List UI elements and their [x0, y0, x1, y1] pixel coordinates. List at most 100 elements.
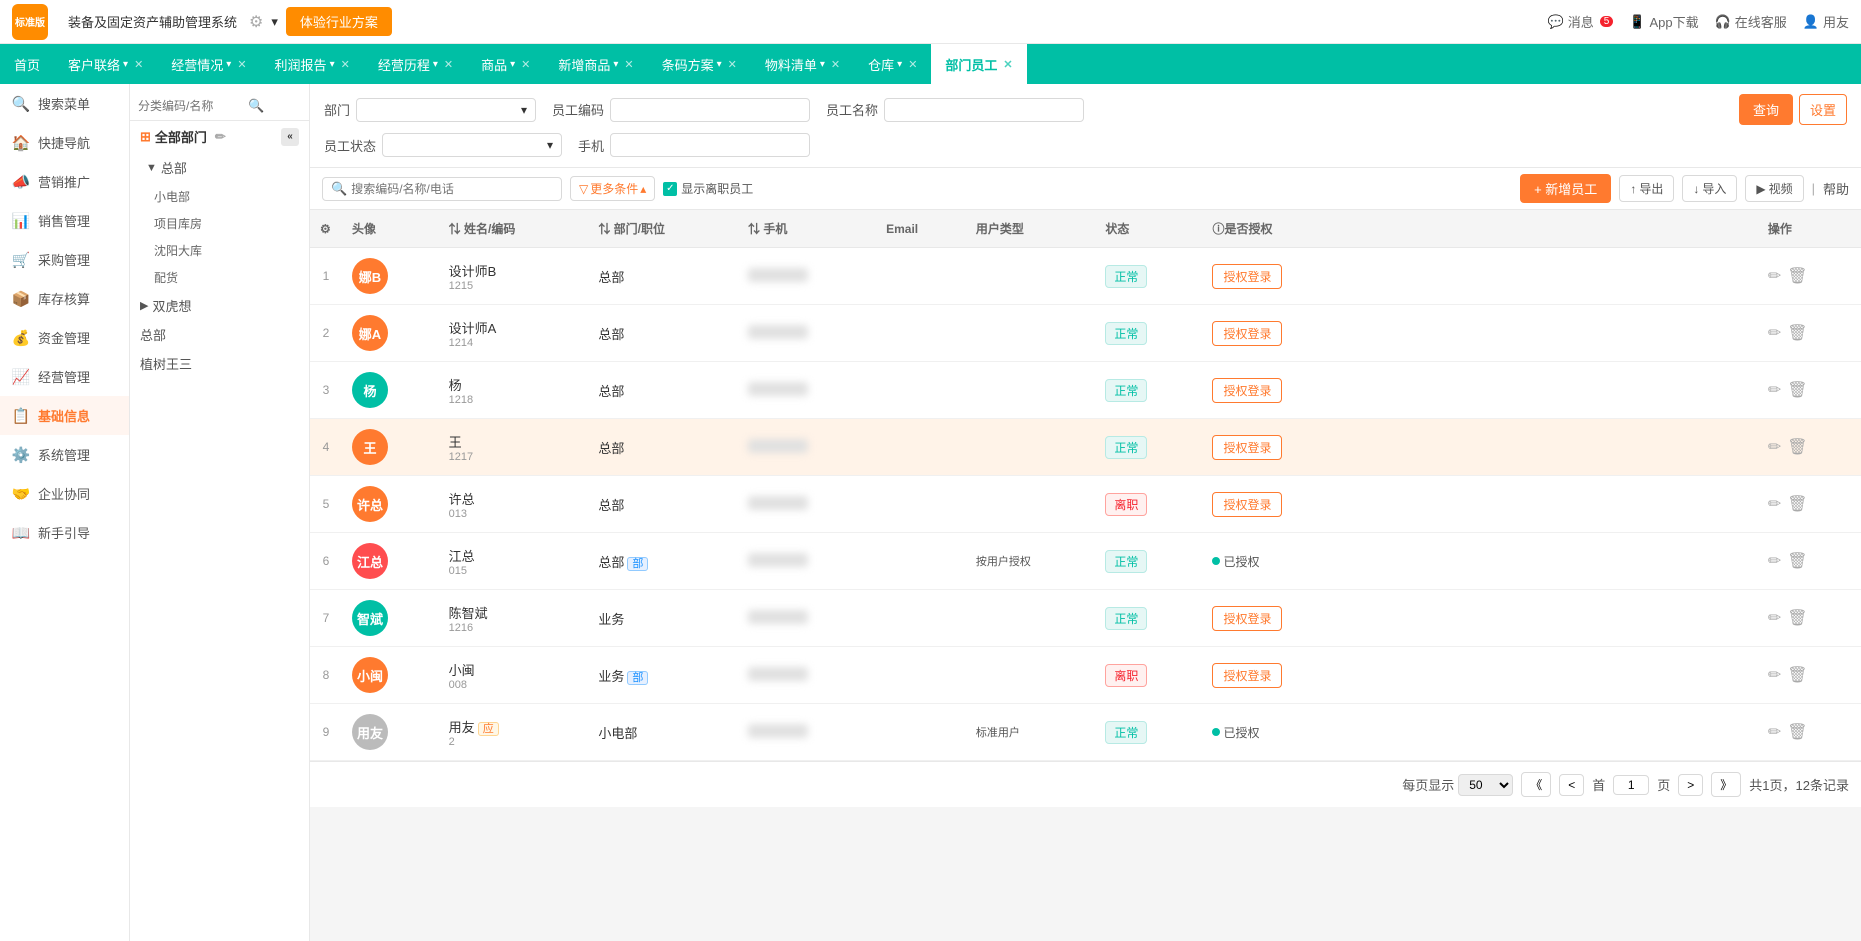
nav-item-customer[interactable]: 客户联络▾✕ [54, 44, 157, 84]
th-name-code[interactable]: ⇅ 姓名/编码 [439, 210, 589, 248]
dept-item-peihuo[interactable]: 配货 [130, 264, 309, 291]
dept-item-shenyang[interactable]: 沈阳大库 [130, 237, 309, 264]
nav-close-profit[interactable]: ✕ [341, 58, 350, 71]
auth-button[interactable]: 授权登录 [1212, 378, 1282, 403]
nav-close-operation[interactable]: ✕ [237, 58, 246, 71]
emp-code-input[interactable] [610, 98, 810, 122]
nav-item-warehouse[interactable]: 仓库▾✕ [854, 44, 931, 84]
dept-item-xiaodian[interactable]: 小电部 [130, 183, 309, 210]
edit-button[interactable]: ✏ [1768, 551, 1781, 571]
edit-button[interactable]: ✏ [1768, 323, 1781, 343]
import-button[interactable]: ↓ 导入 [1682, 175, 1737, 202]
delete-button[interactable]: 🗑 [1787, 380, 1807, 400]
set-button[interactable]: 设置 [1799, 94, 1847, 125]
auth-button[interactable]: 授权登录 [1212, 264, 1282, 289]
page-number-input[interactable] [1613, 775, 1649, 795]
nav-item-goods[interactable]: 商品▾✕ [467, 44, 544, 84]
sidebar-item-purchase[interactable]: 🛒 采购管理 [0, 240, 129, 279]
collapse-button[interactable]: « [281, 128, 299, 146]
auth-button[interactable]: 授权登录 [1212, 492, 1282, 517]
nav-item-operation[interactable]: 经营情况▾✕ [157, 44, 260, 84]
nav-close-add-goods[interactable]: ✕ [624, 58, 633, 71]
delete-button[interactable]: 🗑 [1787, 323, 1807, 343]
delete-button[interactable]: 🗑 [1787, 722, 1807, 742]
delete-button[interactable]: 🗑 [1787, 608, 1807, 628]
th-phone[interactable]: ⇅ 手机 [738, 210, 876, 248]
delete-button[interactable]: 🗑 [1787, 551, 1807, 571]
nav-item-add-goods[interactable]: 新增商品▾✕ [544, 44, 647, 84]
export-button[interactable]: ↑ 导出 [1619, 175, 1674, 202]
delete-button[interactable]: 🗑 [1787, 494, 1807, 514]
sidebar-item-basic[interactable]: 📋 基础信息 [0, 396, 129, 435]
dept-group-main[interactable]: ▼ 总部 [130, 152, 309, 183]
nav-item-department[interactable]: 部门员工✕ [931, 44, 1026, 84]
search-input[interactable] [351, 182, 531, 196]
sidebar-item-business[interactable]: 📈 经营管理 [0, 357, 129, 396]
auth-button[interactable]: 授权登录 [1212, 321, 1282, 346]
dept-edit-icon[interactable]: ✏ [215, 129, 226, 145]
nav-item-bom[interactable]: 物料清单▾✕ [751, 44, 854, 84]
dept-group-shuanghu[interactable]: ▶ 双虎想 [130, 291, 309, 320]
filter-status-select[interactable]: ▾ [382, 133, 562, 157]
nav-close-barcode[interactable]: ✕ [728, 58, 737, 71]
delete-button[interactable]: 🗑 [1787, 665, 1807, 685]
dept-item-project[interactable]: 项目库房 [130, 210, 309, 237]
settings-gear-icon[interactable]: ⚙ [249, 12, 263, 32]
nav-item-history[interactable]: 经营历程▾✕ [364, 44, 467, 84]
nav-item-profit[interactable]: 利润报告▾✕ [261, 44, 364, 84]
nav-close-history[interactable]: ✕ [444, 58, 453, 71]
next-page-button[interactable]: > [1678, 774, 1703, 796]
th-dept-position[interactable]: ⇅ 部门/职位 [588, 210, 738, 248]
edit-button[interactable]: ✏ [1768, 494, 1781, 514]
dept-search-icon[interactable]: 🔍 [248, 98, 264, 114]
help-button[interactable]: 帮助 [1823, 179, 1849, 198]
nav-item-barcode[interactable]: 条码方案▾✕ [648, 44, 751, 84]
edit-button[interactable]: ✏ [1768, 665, 1781, 685]
sidebar-item-nav[interactable]: 🏠 快捷导航 [0, 123, 129, 162]
add-employee-button[interactable]: + 新增员工 [1520, 174, 1611, 203]
edit-button[interactable]: ✏ [1768, 608, 1781, 628]
auth-button[interactable]: 授权登录 [1212, 663, 1282, 688]
th-settings[interactable]: ⚙ [310, 210, 342, 248]
sidebar-item-marketing[interactable]: 📣 营销推广 [0, 162, 129, 201]
message-action[interactable]: 💬 消息 5 [1548, 12, 1614, 31]
online-service-action[interactable]: 🎧 在线客服 [1715, 12, 1787, 31]
user-action[interactable]: 👤 用友 [1803, 12, 1849, 31]
phone-input[interactable] [610, 133, 810, 157]
sidebar-item-inventory[interactable]: 📦 库存核算 [0, 279, 129, 318]
query-button[interactable]: 查询 [1739, 94, 1793, 125]
nav-close-warehouse[interactable]: ✕ [908, 58, 917, 71]
nav-close-bom[interactable]: ✕ [831, 58, 840, 71]
dept-search-input[interactable] [138, 99, 248, 113]
edit-button[interactable]: ✏ [1768, 437, 1781, 457]
sidebar-item-system[interactable]: ⚙️ 系统管理 [0, 435, 129, 474]
edit-button[interactable]: ✏ [1768, 722, 1781, 742]
sidebar-item-collab[interactable]: 🤝 企业协同 [0, 474, 129, 513]
trial-button[interactable]: 体验行业方案 [286, 7, 392, 36]
prev-page-button[interactable]: < [1559, 774, 1584, 796]
nav-item-home[interactable]: 首页 [0, 44, 54, 84]
emp-name-input[interactable] [884, 98, 1084, 122]
auth-button[interactable]: 授权登录 [1212, 606, 1282, 631]
show-left-checkbox[interactable]: ✓ [663, 182, 677, 196]
edit-button[interactable]: ✏ [1768, 266, 1781, 286]
sidebar-item-finance[interactable]: 💰 资金管理 [0, 318, 129, 357]
nav-close-department[interactable]: ✕ [1003, 58, 1012, 71]
dept-group-zhishu[interactable]: 植树王三 [130, 349, 309, 378]
video-button[interactable]: ▶ 视频 [1745, 175, 1803, 202]
app-download-action[interactable]: 📱 App下载 [1629, 12, 1698, 31]
sidebar-item-search[interactable]: 🔍 搜索菜单 [0, 84, 129, 123]
filter-more-button[interactable]: ▽ 更多条件 ▴ [570, 176, 655, 201]
delete-button[interactable]: 🗑 [1787, 266, 1807, 286]
dept-group-zongbu[interactable]: 总部 [130, 320, 309, 349]
page-size-select[interactable]: 50 100 [1458, 774, 1513, 796]
edit-button[interactable]: ✏ [1768, 380, 1781, 400]
show-left-employees[interactable]: ✓ 显示离职员工 [663, 180, 753, 197]
sidebar-item-sales[interactable]: 📊 销售管理 [0, 201, 129, 240]
dept-header[interactable]: ⊞ 全部部门 ✏ « [130, 121, 309, 152]
nav-close-customer[interactable]: ✕ [134, 58, 143, 71]
first-page-button[interactable]: 《 [1521, 772, 1551, 797]
delete-button[interactable]: 🗑 [1787, 437, 1807, 457]
nav-close-goods[interactable]: ✕ [521, 58, 530, 71]
last-page-button[interactable]: 》 [1711, 772, 1741, 797]
